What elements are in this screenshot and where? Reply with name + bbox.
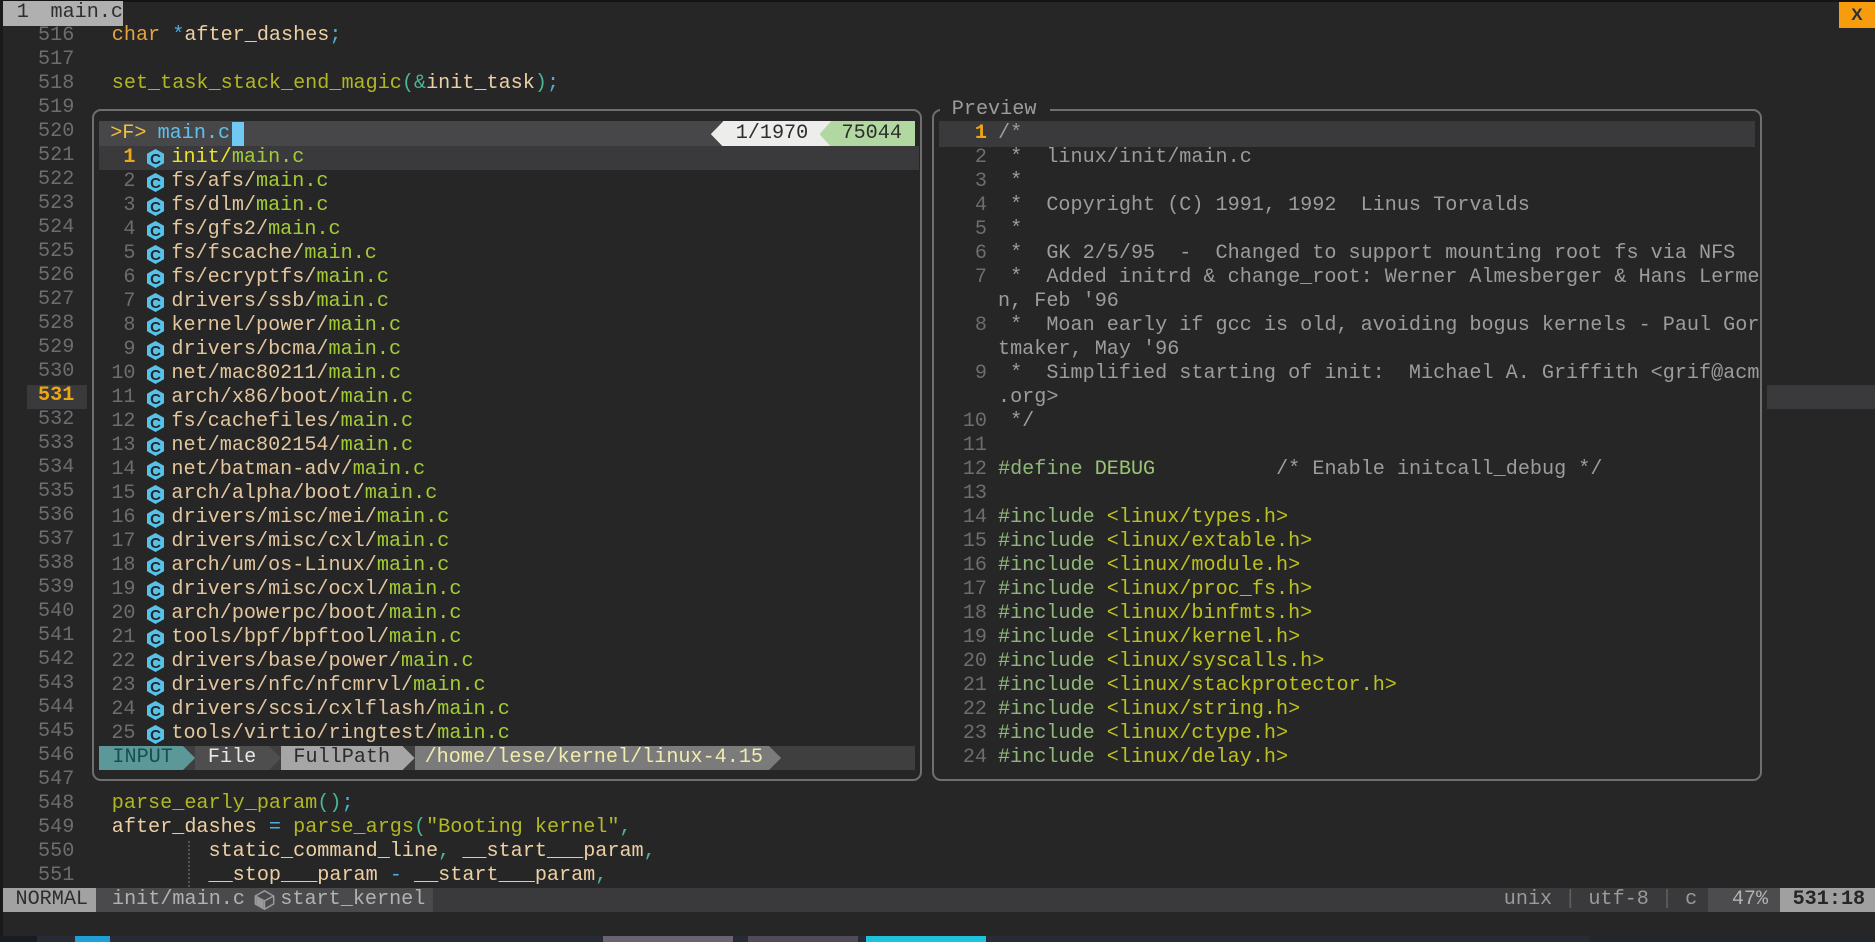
svg-text:C: C: [150, 463, 161, 480]
svg-text:C: C: [150, 367, 161, 384]
svg-text:C: C: [150, 559, 161, 576]
svg-text:C: C: [150, 247, 161, 264]
svg-text:C: C: [150, 679, 161, 696]
svg-text:C: C: [150, 271, 161, 288]
svg-text:C: C: [150, 511, 161, 528]
svg-text:C: C: [150, 535, 161, 552]
svg-text:C: C: [150, 175, 161, 192]
svg-text:C: C: [150, 439, 161, 456]
svg-text:C: C: [150, 151, 161, 168]
svg-text:C: C: [150, 703, 161, 720]
svg-text:C: C: [150, 727, 161, 744]
svg-text:C: C: [150, 631, 161, 648]
svg-text:C: C: [150, 199, 161, 216]
svg-text:C: C: [150, 343, 161, 360]
svg-text:C: C: [150, 583, 161, 600]
svg-text:C: C: [150, 391, 161, 408]
svg-text:C: C: [150, 607, 161, 624]
svg-text:C: C: [150, 319, 161, 336]
svg-text:C: C: [150, 223, 161, 240]
svg-text:C: C: [150, 655, 161, 672]
svg-text:C: C: [150, 415, 161, 432]
svg-text:C: C: [150, 295, 161, 312]
svg-text:C: C: [150, 487, 161, 504]
